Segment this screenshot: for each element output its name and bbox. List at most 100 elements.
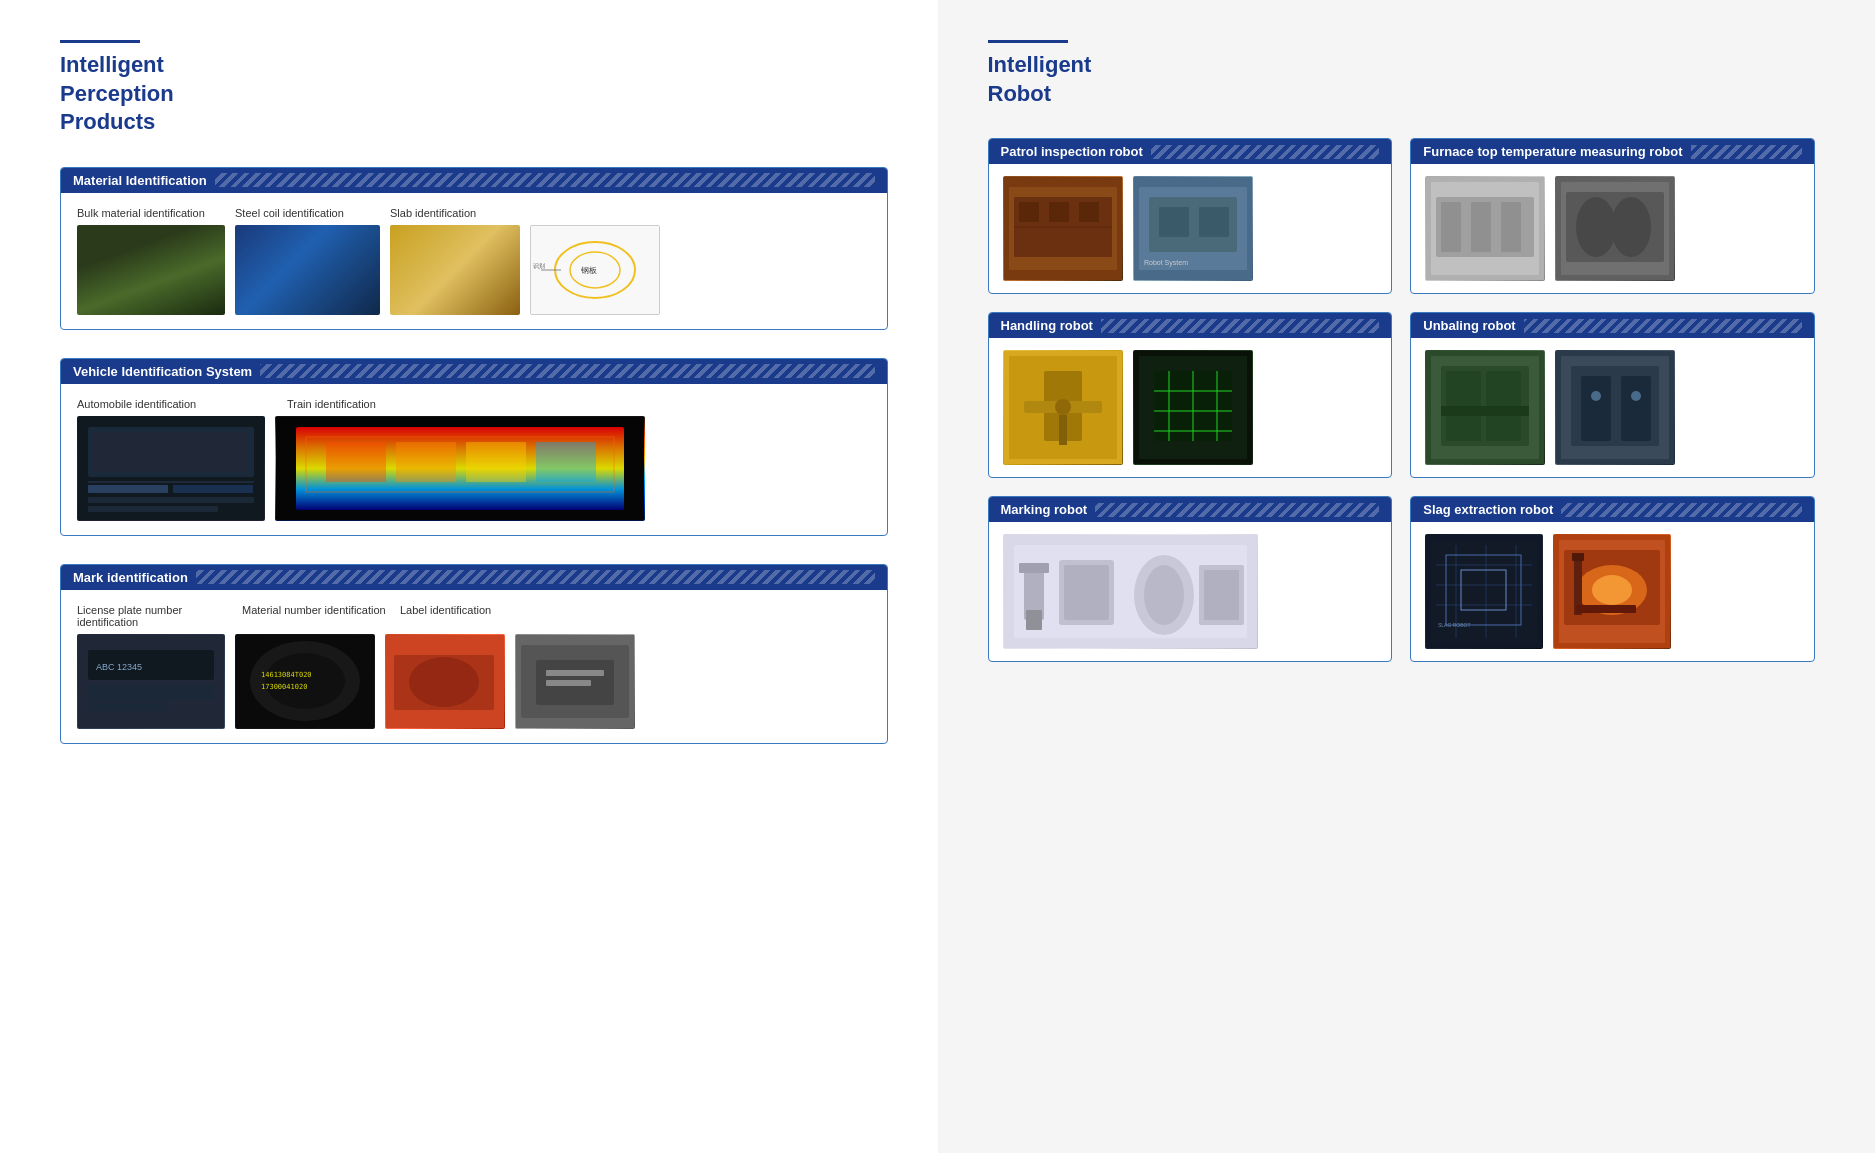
- material-id-header: Material Identification: [61, 168, 887, 193]
- slag-img2: [1553, 534, 1671, 649]
- marking-title: Marking robot: [1001, 502, 1088, 517]
- svg-rect-18: [396, 442, 456, 482]
- left-title-line: [60, 40, 140, 43]
- right-title-line: [988, 40, 1068, 43]
- slab-img: 钢板 识别: [530, 225, 660, 315]
- train-label: Train identification: [287, 398, 376, 410]
- matnum-label: Material number identification: [242, 604, 390, 628]
- vehicle-id-header: Vehicle Identification System: [61, 359, 887, 384]
- right-section-title: IntelligentRobot: [988, 51, 1816, 108]
- svg-rect-95: [1026, 610, 1042, 630]
- svg-rect-120: [1576, 605, 1636, 613]
- material-id-labels: Bulk material identification Steel coil …: [77, 207, 871, 219]
- mark-id-labels: License plate number identification Mate…: [77, 604, 871, 628]
- vehicle-id-images: [77, 416, 871, 521]
- slag-title: Slag extraction robot: [1423, 502, 1553, 517]
- svg-rect-83: [1441, 406, 1529, 416]
- svg-rect-25: [88, 703, 168, 711]
- left-section-title: IntelligentPerceptionProducts: [60, 51, 888, 137]
- handling1-svg: [1004, 351, 1122, 464]
- svg-rect-19: [466, 442, 526, 482]
- bulk-img2: [235, 225, 380, 315]
- patrol-img2: Robot System: [1133, 176, 1253, 281]
- svg-point-90: [1631, 391, 1641, 401]
- unbaling-pattern: [1524, 319, 1802, 333]
- slag-pattern: [1561, 503, 1802, 517]
- svg-rect-50: [1199, 207, 1229, 237]
- label-img1: [385, 634, 505, 729]
- mark-id-body: License plate number identification Mate…: [61, 590, 887, 743]
- handling-img2: [1133, 350, 1253, 465]
- svg-rect-20: [536, 442, 596, 482]
- svg-text:识别: 识别: [533, 263, 545, 269]
- furnace-card: Furnace top temperature measuring robot: [1410, 138, 1815, 294]
- handling-body: [989, 338, 1392, 477]
- patrol2-svg: Robot System: [1134, 177, 1252, 280]
- plate-label: License plate number identification: [77, 604, 232, 628]
- svg-rect-8: [93, 432, 248, 472]
- auto-label: Automobile identification: [77, 398, 277, 410]
- slag-card: Slag extraction robot: [1410, 496, 1815, 662]
- slag-header: Slag extraction robot: [1411, 497, 1814, 522]
- mark-id-header: Mark identification: [61, 565, 887, 590]
- vehicle-identification-card: Vehicle Identification System Automobile…: [60, 358, 888, 536]
- bulk-img1: [77, 225, 225, 315]
- unbaling1-svg: [1426, 351, 1544, 464]
- svg-rect-56: [1471, 202, 1491, 252]
- label-img2: [515, 634, 635, 729]
- svg-text:14613084T020: 14613084T020: [261, 671, 312, 679]
- furnace-body: [1411, 164, 1814, 293]
- handling-card: Handling robot: [988, 312, 1393, 478]
- svg-text:钢板: 钢板: [580, 266, 597, 275]
- plate-svg: ABC 12345: [78, 635, 224, 728]
- right-title-block: IntelligentRobot: [988, 40, 1816, 108]
- patrol-title: Patrol inspection robot: [1001, 144, 1143, 159]
- material-identification-card: Material Identification Bulk material id…: [60, 167, 888, 330]
- svg-rect-38: [546, 680, 591, 686]
- mark-id-pattern: [196, 570, 875, 584]
- vehicle-id-body: Automobile identification Train identifi…: [61, 384, 887, 535]
- page: IntelligentPerceptionProducts Material I…: [0, 0, 1875, 1153]
- patrol-header: Patrol inspection robot: [989, 139, 1392, 164]
- svg-rect-87: [1581, 376, 1611, 441]
- svg-point-33: [409, 657, 479, 707]
- unbaling-img2: [1555, 350, 1675, 465]
- furnace-images: [1425, 176, 1800, 281]
- label2-svg: [516, 635, 634, 728]
- unbaling-title: Unbaling robot: [1423, 318, 1515, 333]
- mark-id-images: ABC 12345 14613084T020 17300041020: [77, 634, 871, 729]
- svg-rect-57: [1501, 202, 1521, 252]
- mark-id-title: Mark identification: [73, 570, 188, 585]
- right-cards-grid: Patrol inspection robot: [988, 138, 1816, 662]
- marking-body: [989, 522, 1392, 661]
- patrol-img1: [1003, 176, 1123, 281]
- unbaling-body: [1411, 338, 1814, 477]
- marking-header: Marking robot: [989, 497, 1392, 522]
- unbaling-card: Unbaling robot: [1410, 312, 1815, 478]
- svg-text:ABC 12345: ABC 12345: [96, 662, 142, 672]
- svg-rect-17: [326, 442, 386, 482]
- svg-rect-43: [1019, 202, 1039, 222]
- material-id-images: 钢板 识别: [77, 225, 871, 315]
- material-id-title: Material Identification: [73, 173, 207, 188]
- coil-label: Steel coil identification: [235, 207, 380, 219]
- slag2-svg: [1554, 535, 1670, 648]
- slag1-svg: SLAG ROBOT: [1426, 535, 1542, 648]
- svg-rect-94: [1019, 563, 1049, 573]
- slab-label: Slab identification: [390, 207, 476, 219]
- vehicle-id-labels: Automobile identification Train identifi…: [77, 398, 871, 410]
- label1-svg: [386, 635, 504, 728]
- furnace1-svg: [1426, 177, 1544, 280]
- vehicle-id-pattern: [260, 364, 874, 378]
- patrol-images: Robot System: [1003, 176, 1378, 281]
- furnace-img2: [1555, 176, 1675, 281]
- handling2-svg: [1134, 351, 1252, 464]
- svg-rect-24: [88, 685, 214, 700]
- svg-rect-68: [1059, 415, 1067, 445]
- unbaling2-svg: [1556, 351, 1674, 464]
- svg-point-117: [1592, 575, 1632, 605]
- patrol1-svg: [1004, 177, 1122, 280]
- marking-img: [1003, 534, 1258, 649]
- mark-identification-card: Mark identification License plate number…: [60, 564, 888, 744]
- slag-img1: SLAG ROBOT: [1425, 534, 1543, 649]
